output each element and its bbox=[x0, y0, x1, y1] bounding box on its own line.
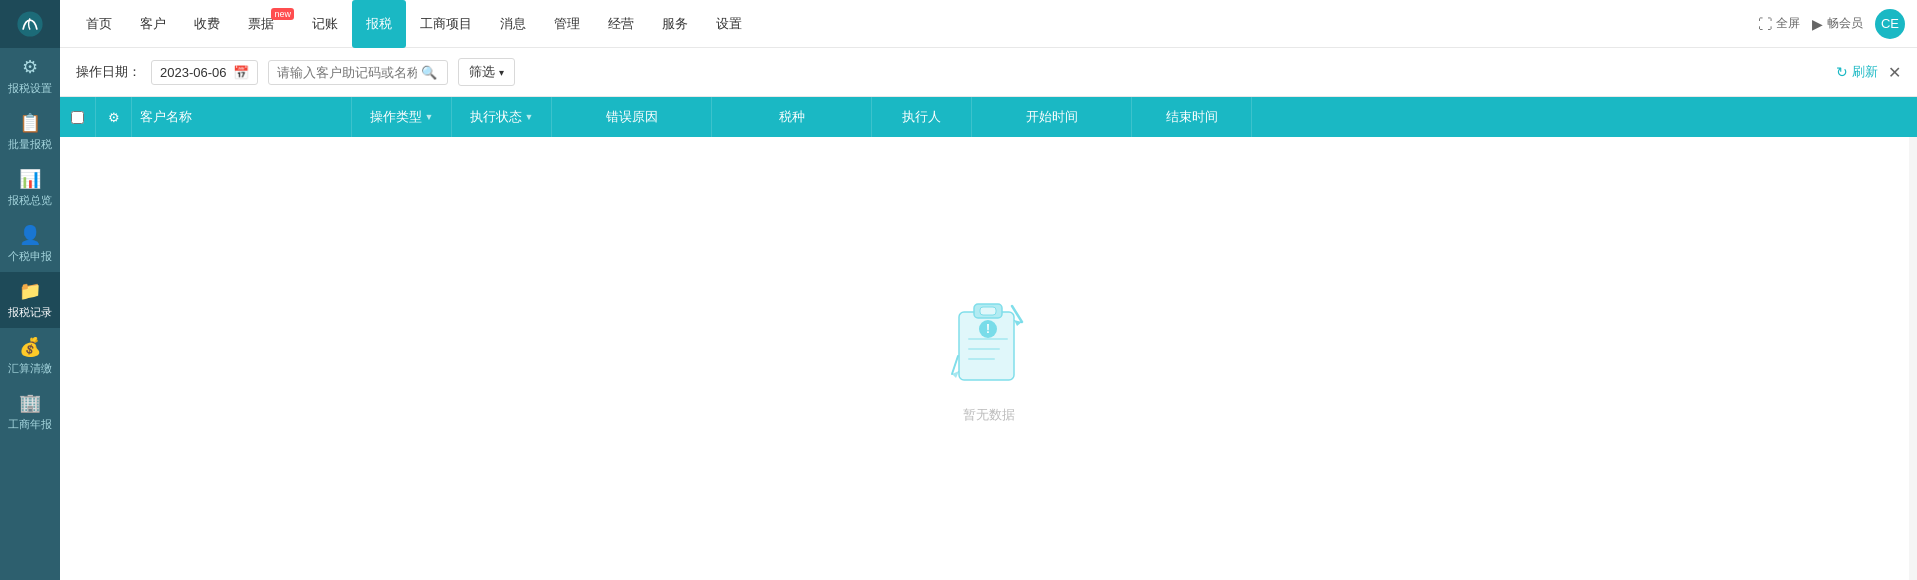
sidebar-label-annual-report: 工商年报 bbox=[8, 417, 52, 432]
select-all-checkbox[interactable] bbox=[71, 111, 84, 124]
app-logo[interactable] bbox=[0, 0, 60, 48]
sidebar-item-tax-summary[interactable]: 📊 报税总览 bbox=[0, 160, 60, 216]
filter-label: 筛选 bbox=[469, 63, 495, 81]
refresh-label: 刷新 bbox=[1852, 63, 1878, 81]
topnav-right: ⛶ 全屏 ▶ 畅会员 CE bbox=[1758, 9, 1905, 39]
search-box: 🔍 bbox=[268, 60, 448, 85]
nav-invoice[interactable]: 票据 new bbox=[234, 0, 298, 48]
th-checkbox[interactable] bbox=[60, 97, 96, 137]
sidebar-item-personal-tax[interactable]: 👤 个税申报 bbox=[0, 216, 60, 272]
sidebar-label-tax-records: 报税记录 bbox=[8, 305, 52, 320]
date-label: 操作日期： bbox=[76, 63, 141, 81]
nav-tax[interactable]: 报税 bbox=[352, 0, 406, 48]
chevron-down-icon: ▾ bbox=[499, 67, 504, 78]
empty-state: ! 暂无数据 bbox=[60, 137, 1917, 580]
toolbar-right: ↻ 刷新 ✕ bbox=[1836, 63, 1901, 82]
sidebar-label-personal-tax: 个税申报 bbox=[8, 249, 52, 264]
th-error-reason: 错误原因 bbox=[552, 97, 712, 137]
avatar[interactable]: CE bbox=[1875, 9, 1905, 39]
th-settings[interactable]: ⚙ bbox=[96, 97, 132, 137]
invoice-badge: new bbox=[271, 8, 294, 21]
nav-client[interactable]: 客户 bbox=[126, 0, 180, 48]
svg-point-0 bbox=[17, 11, 42, 36]
empty-illustration: ! bbox=[944, 294, 1034, 394]
personal-tax-icon: 👤 bbox=[19, 224, 41, 246]
batch-tax-icon: 📋 bbox=[19, 112, 41, 134]
calendar-icon: 📅 bbox=[233, 65, 249, 80]
close-button[interactable]: ✕ bbox=[1888, 63, 1901, 82]
tax-summary-icon: 📊 bbox=[19, 168, 41, 190]
sidebar: ⚙ 报税设置 📋 批量报税 📊 报税总览 👤 个税申报 📁 报税记录 💰 汇算清… bbox=[0, 0, 60, 580]
nav-billing[interactable]: 收费 bbox=[180, 0, 234, 48]
date-value: 2023-06-06 bbox=[160, 65, 227, 80]
sidebar-item-settlement[interactable]: 💰 汇算清缴 bbox=[0, 328, 60, 384]
nav-settings[interactable]: 设置 bbox=[702, 0, 756, 48]
nav-industrial[interactable]: 工商项目 bbox=[406, 0, 486, 48]
avatar-text: CE bbox=[1881, 16, 1899, 31]
nav-finance[interactable]: 经营 bbox=[594, 0, 648, 48]
svg-text:!: ! bbox=[986, 322, 990, 336]
sidebar-item-batch-tax[interactable]: 📋 批量报税 bbox=[0, 104, 60, 160]
sidebar-item-tax-settings[interactable]: ⚙ 报税设置 bbox=[0, 48, 60, 104]
table-header: ⚙ 客户名称 操作类型 ▼ 执行状态 ▼ 错误原因 税种 bbox=[60, 97, 1917, 137]
sidebar-item-tax-records[interactable]: 📁 报税记录 bbox=[0, 272, 60, 328]
nav-manage[interactable]: 管理 bbox=[540, 0, 594, 48]
fullscreen-button[interactable]: ⛶ 全屏 bbox=[1758, 15, 1800, 32]
th-exec-status: 执行状态 ▼ bbox=[452, 97, 552, 137]
th-tax-type: 税种 bbox=[712, 97, 872, 137]
svg-rect-3 bbox=[980, 307, 996, 315]
th-executor: 执行人 bbox=[872, 97, 972, 137]
top-nav: 首页 客户 收费 票据 new 记账 报税 工商项目 消息 管理 经营 bbox=[60, 0, 1917, 48]
main-content: 首页 客户 收费 票据 new 记账 报税 工商项目 消息 管理 经营 bbox=[60, 0, 1917, 580]
refresh-icon: ↻ bbox=[1836, 64, 1848, 80]
search-input[interactable] bbox=[277, 65, 417, 80]
nav-service[interactable]: 服务 bbox=[648, 0, 702, 48]
fullscreen-label: 全屏 bbox=[1776, 15, 1800, 32]
table-container: ⚙ 客户名称 操作类型 ▼ 执行状态 ▼ 错误原因 税种 bbox=[60, 97, 1917, 580]
fullscreen-icon: ⛶ bbox=[1758, 16, 1772, 32]
sort-op-type-icon[interactable]: ▼ bbox=[425, 112, 434, 122]
sort-exec-status-icon[interactable]: ▼ bbox=[525, 112, 534, 122]
refresh-button[interactable]: ↻ 刷新 bbox=[1836, 63, 1878, 81]
date-picker[interactable]: 2023-06-06 📅 bbox=[151, 60, 258, 85]
filter-button[interactable]: 筛选 ▾ bbox=[458, 58, 515, 86]
svg-line-11 bbox=[952, 356, 958, 374]
sidebar-item-annual-report[interactable]: 🏢 工商年报 bbox=[0, 384, 60, 440]
th-start-time: 开始时间 bbox=[972, 97, 1132, 137]
nav-message[interactable]: 消息 bbox=[486, 0, 540, 48]
member-button[interactable]: ▶ 畅会员 bbox=[1812, 15, 1863, 32]
nav-bookkeeping[interactable]: 记账 bbox=[298, 0, 352, 48]
search-icon: 🔍 bbox=[421, 65, 437, 80]
sidebar-label-tax-summary: 报税总览 bbox=[8, 193, 52, 208]
nav-home[interactable]: 首页 bbox=[72, 0, 126, 48]
member-icon: ▶ bbox=[1812, 16, 1823, 32]
th-op-type: 操作类型 ▼ bbox=[352, 97, 452, 137]
sidebar-label-tax-settings: 报税设置 bbox=[8, 81, 52, 96]
sidebar-label-settlement: 汇算清缴 bbox=[8, 361, 52, 376]
settings-icon: ⚙ bbox=[108, 110, 120, 125]
scroll-indicator[interactable] bbox=[1909, 137, 1917, 580]
page-area: 操作日期： 2023-06-06 📅 🔍 筛选 ▾ ↻ 刷新 ✕ bbox=[60, 48, 1917, 580]
th-end-time: 结束时间 bbox=[1132, 97, 1252, 137]
sidebar-label-batch-tax: 批量报税 bbox=[8, 137, 52, 152]
tax-records-icon: 📁 bbox=[19, 280, 41, 302]
annual-report-icon: 🏢 bbox=[19, 392, 41, 414]
settlement-icon: 💰 bbox=[19, 336, 41, 358]
tax-settings-icon: ⚙ bbox=[22, 56, 38, 78]
empty-text: 暂无数据 bbox=[963, 406, 1015, 424]
th-client-name: 客户名称 bbox=[132, 97, 352, 137]
toolbar: 操作日期： 2023-06-06 📅 🔍 筛选 ▾ ↻ 刷新 ✕ bbox=[60, 48, 1917, 97]
member-label: 畅会员 bbox=[1827, 15, 1863, 32]
